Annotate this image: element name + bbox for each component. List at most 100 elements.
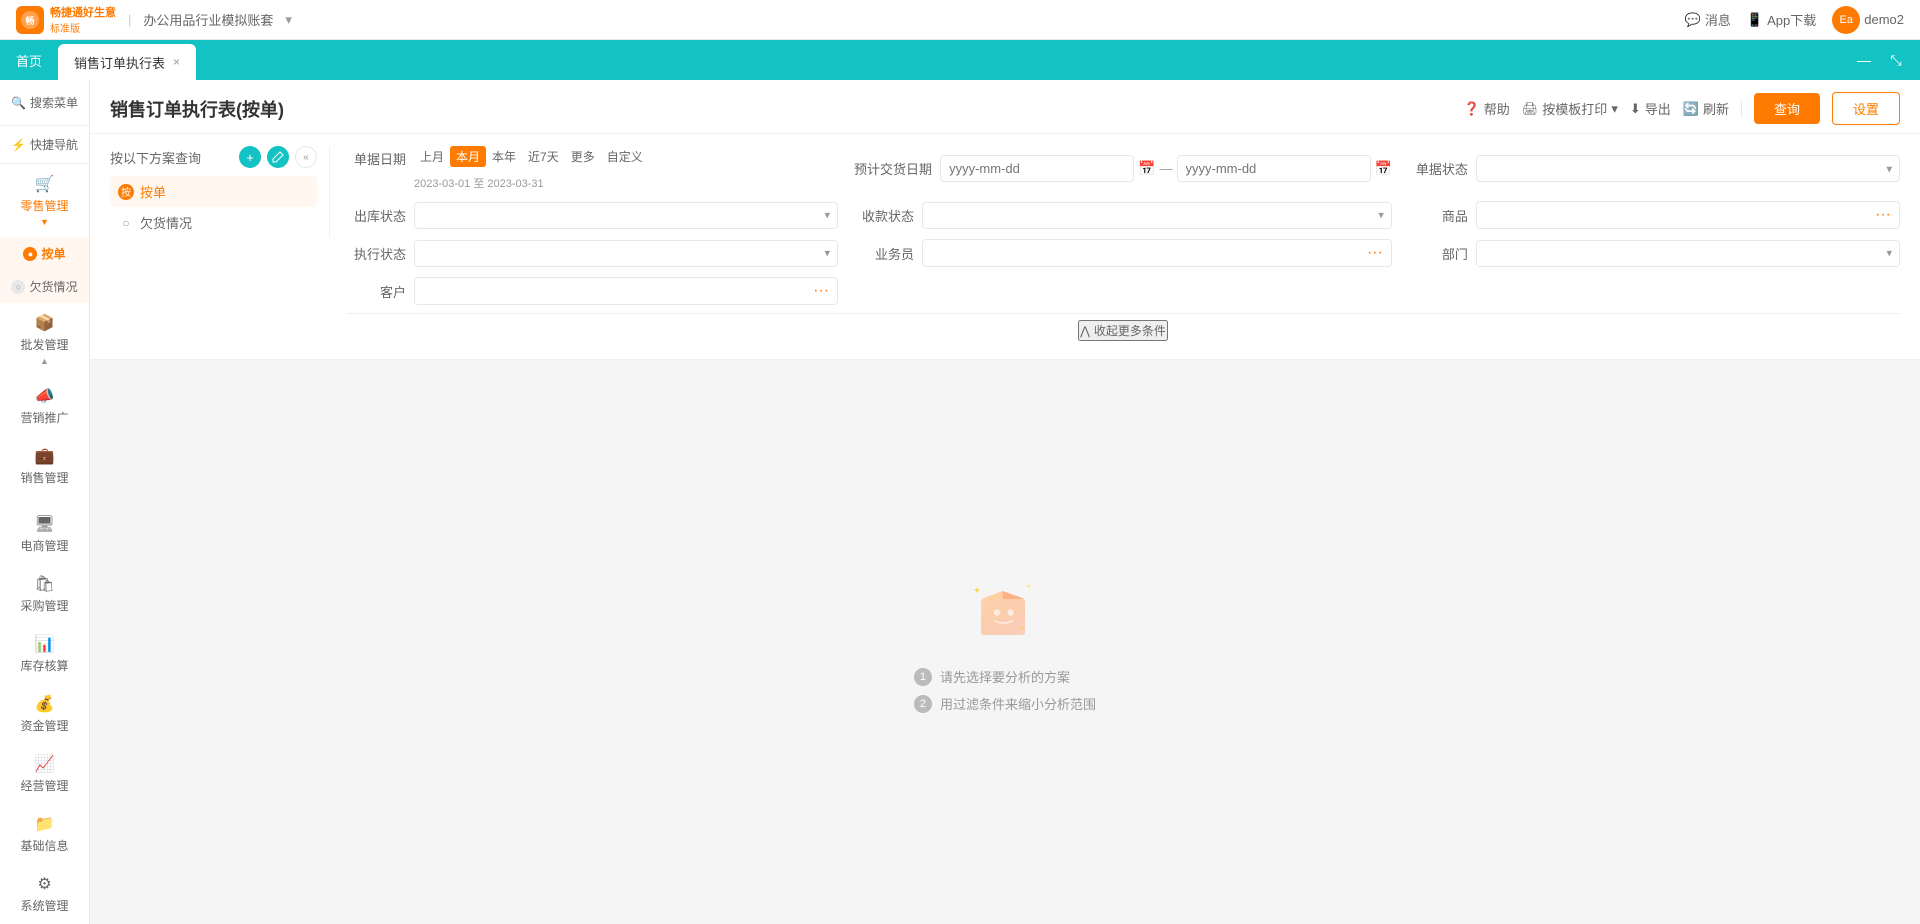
user-menu[interactable]: Ea demo2 bbox=[1832, 6, 1904, 34]
filter-left-panel: 按以下方案查询 + « 按 按单 ○ bbox=[110, 146, 330, 238]
sidebar-item-marketing[interactable]: 📣 营销推广 bbox=[0, 376, 89, 436]
filter-item-department: 部门 bbox=[1408, 239, 1900, 267]
edit-scheme-btn[interactable] bbox=[267, 146, 289, 168]
help-icon: ❓ bbox=[1464, 101, 1480, 117]
sidebar-item-wholesale[interactable]: 📦 批发管理 ▲ bbox=[0, 303, 89, 376]
date-tab-more[interactable]: 更多 bbox=[565, 146, 601, 167]
app-download-btn[interactable]: 📱 App下载 bbox=[1747, 10, 1816, 29]
sales-icon: 💼 bbox=[35, 446, 55, 466]
sidebar-item-sales[interactable]: 💼 销售管理 bbox=[0, 436, 89, 496]
content-area: 销售订单执行表(按单) ❓ 帮助 🖨 按模板打印 ▾ ⬇ 导出 🔄 刷新 bbox=[90, 80, 1920, 924]
ecommerce-icon: 🖥 bbox=[34, 514, 54, 534]
actions-divider bbox=[1741, 101, 1742, 117]
scheme-item-button[interactable]: 按 按单 bbox=[110, 176, 317, 207]
filter-item-date: 单据日期 上月 本月 本年 近7天 更多 自定义 bbox=[346, 146, 838, 191]
quick-nav-btn[interactable]: ⚡ 快捷导航 bbox=[0, 130, 89, 159]
filter-grid: 单据日期 上月 本月 本年 近7天 更多 自定义 bbox=[346, 146, 1900, 305]
expected-date-to-input[interactable] bbox=[1177, 155, 1371, 182]
tab-sales-exec[interactable]: 销售订单执行表 × bbox=[58, 44, 196, 80]
logo-icon: 畅 bbox=[16, 6, 44, 34]
salesperson-input[interactable] bbox=[931, 246, 1367, 261]
filter-item-collect-status: 收款状态 bbox=[854, 201, 1392, 229]
collapse-more-btn[interactable]: ⋀ 收起更多条件 bbox=[1078, 320, 1168, 341]
date-tab-cur-year[interactable]: 本年 bbox=[486, 146, 522, 167]
sidebar-search-section: 🔍 搜索菜单 bbox=[0, 80, 89, 126]
goods-input[interactable] bbox=[1485, 208, 1875, 223]
collapse-scheme-btn[interactable]: « bbox=[295, 146, 317, 168]
filter-item-customer: 客户 ··· bbox=[346, 277, 838, 305]
data-content: ✦ ✦ ✦ 1 请先选择要分析的方案 2 用过滤条件来缩小分析范围 bbox=[90, 360, 1920, 924]
tab-expand-btn[interactable]: ⤡ bbox=[1884, 48, 1908, 72]
sidebar-item-basic[interactable]: 📁 基础信息 bbox=[0, 804, 89, 864]
sidebar-item-retail[interactable]: 🛒 零售管理 ▼ bbox=[0, 164, 89, 237]
export-icon: ⬇ bbox=[1630, 101, 1641, 117]
query-button[interactable]: 查询 bbox=[1754, 93, 1820, 124]
svg-text:畅: 畅 bbox=[25, 15, 34, 26]
customer-label: 客户 bbox=[346, 282, 406, 301]
filter-area: 按以下方案查询 + « 按 按单 ○ bbox=[90, 134, 1920, 360]
date-tab-recent7[interactable]: 近7天 bbox=[522, 146, 565, 167]
search-icon: 🔍 bbox=[11, 96, 26, 110]
expected-date-from-input[interactable] bbox=[940, 155, 1134, 182]
export-btn[interactable]: ⬇ 导出 bbox=[1630, 99, 1671, 118]
calendar-from-icon[interactable]: 📅 bbox=[1138, 160, 1155, 177]
sidebar-item-inventory[interactable]: 📊 库存核算 bbox=[0, 624, 89, 684]
page-actions: ❓ 帮助 🖨 按模板打印 ▾ ⬇ 导出 🔄 刷新 查询 设置 bbox=[1464, 92, 1900, 125]
expected-date-label: 预计交货日期 bbox=[854, 159, 932, 178]
sidebar-nav-section: ⚡ 快捷导航 bbox=[0, 126, 89, 164]
purchase-icon: 🛍 bbox=[34, 574, 54, 594]
filter-item-goods: 商品 ··· bbox=[1408, 201, 1900, 229]
finance-icon: 💰 bbox=[35, 694, 55, 714]
out-status-select[interactable] bbox=[414, 202, 838, 229]
date-tab-custom[interactable]: 自定义 bbox=[601, 146, 649, 167]
salesperson-more-btn[interactable]: ··· bbox=[1367, 244, 1383, 262]
goods-input-wrap: ··· bbox=[1476, 201, 1900, 229]
sidebar-item-purchase[interactable]: 🛍 采购管理 bbox=[0, 564, 89, 624]
help-btn[interactable]: ❓ 帮助 bbox=[1464, 99, 1510, 118]
empty-tip-2: 2 用过滤条件来缩小分析范围 bbox=[914, 694, 1096, 713]
sidebar: 🔍 搜索菜单 ⚡ 快捷导航 🛒 零售管理 ▼ ● 按单 ○ 欠货情况 bbox=[0, 80, 90, 924]
filter-scheme-actions: + « bbox=[239, 146, 317, 168]
goods-label: 商品 bbox=[1408, 206, 1468, 225]
sidebar-item-operation[interactable]: 📈 经营管理 bbox=[0, 744, 89, 804]
svg-text:✦: ✦ bbox=[1026, 584, 1031, 591]
date-tab-prev-month[interactable]: 上月 bbox=[414, 146, 450, 167]
date-tab-cur-month[interactable]: 本月 bbox=[450, 146, 486, 167]
exec-status-select[interactable] bbox=[414, 240, 838, 267]
collect-status-select[interactable] bbox=[922, 202, 1392, 229]
refresh-btn[interactable]: 🔄 刷新 bbox=[1683, 99, 1729, 118]
search-menu-btn[interactable]: 🔍 搜索菜单 bbox=[8, 88, 81, 117]
department-select[interactable] bbox=[1476, 240, 1900, 267]
settings-button[interactable]: 设置 bbox=[1832, 92, 1900, 125]
svg-text:✦: ✦ bbox=[1019, 626, 1024, 633]
sidebar-item-system[interactable]: ⚙ 系统管理 bbox=[0, 864, 89, 924]
calendar-to-icon[interactable]: 📅 bbox=[1375, 160, 1392, 177]
page-title: 销售订单执行表(按单) bbox=[110, 96, 284, 122]
logo-area: 畅 畅捷通好生意 标准版 bbox=[16, 4, 116, 35]
customer-more-btn[interactable]: ··· bbox=[813, 282, 829, 300]
sidebar-subitem-debt[interactable]: ○ 欠货情况 bbox=[0, 270, 89, 303]
customer-input-wrap: ··· bbox=[414, 277, 838, 305]
messages-btn[interactable]: 💬 消息 bbox=[1685, 10, 1731, 29]
doc-status-label: 单据状态 bbox=[1408, 159, 1468, 178]
doc-status-select[interactable] bbox=[1476, 155, 1900, 182]
tab-collapse-btn[interactable]: — bbox=[1852, 48, 1876, 72]
template-print-btn[interactable]: 🖨 按模板打印 ▾ bbox=[1522, 99, 1618, 118]
customer-input[interactable] bbox=[423, 284, 813, 299]
tab-home[interactable]: 首页 bbox=[0, 40, 58, 80]
tip-num-1: 1 bbox=[914, 668, 932, 686]
filter-item-doc-status: 单据状态 ▾ bbox=[1408, 146, 1900, 191]
scheme-item-debt[interactable]: ○ 欠货情况 bbox=[110, 207, 317, 238]
goods-more-btn[interactable]: ··· bbox=[1875, 206, 1891, 224]
add-scheme-btn[interactable]: + bbox=[239, 146, 261, 168]
tab-close-icon[interactable]: × bbox=[173, 55, 180, 69]
tip-num-2: 2 bbox=[914, 695, 932, 713]
collect-status-label: 收款状态 bbox=[854, 206, 914, 225]
sidebar-item-finance[interactable]: 💰 资金管理 bbox=[0, 684, 89, 744]
sidebar-subitem-button[interactable]: ● 按单 bbox=[0, 237, 89, 270]
inventory-icon: 📊 bbox=[35, 634, 55, 654]
chevron-icon: ▼ bbox=[40, 217, 49, 227]
sidebar-item-ecommerce[interactable]: 🖥 电商管理 bbox=[0, 504, 89, 564]
system-icon: ⚙ bbox=[37, 874, 51, 894]
filter-item-expected-date: 预计交货日期 📅 — 📅 bbox=[854, 146, 1392, 191]
